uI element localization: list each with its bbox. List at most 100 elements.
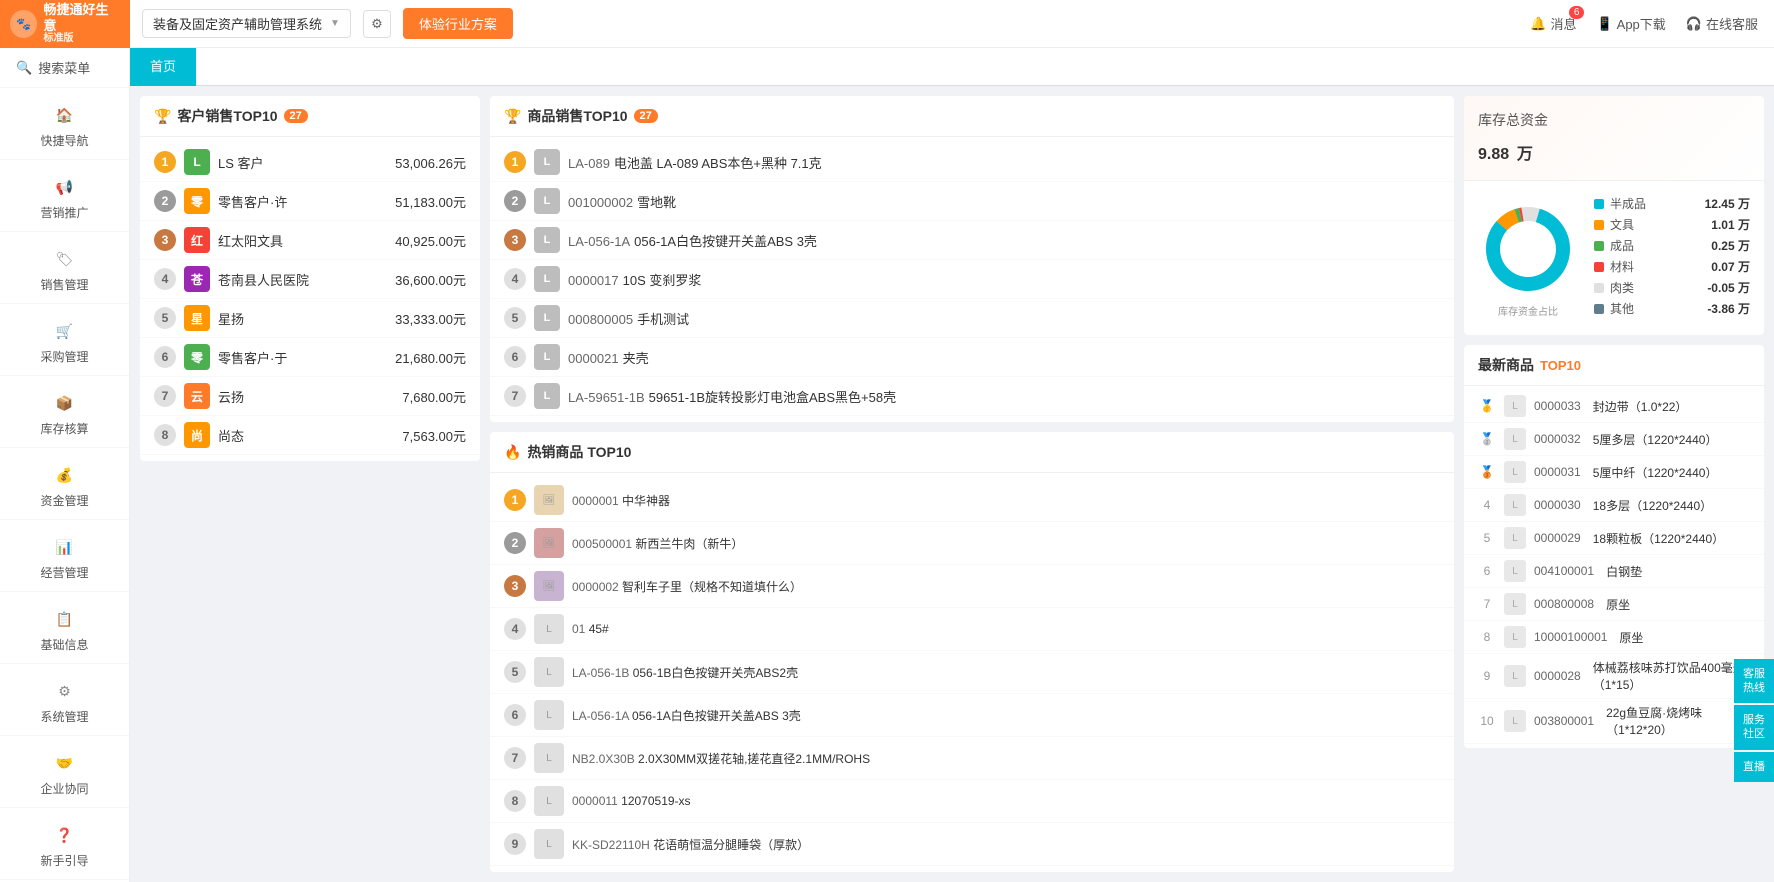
app-download-label: App下载	[1617, 14, 1666, 33]
rank-number: 4	[154, 268, 176, 290]
sidebar-label-marketing: 营销推广	[40, 204, 88, 221]
online-service-button[interactable]: 🎧 在线客服	[1686, 14, 1758, 33]
product-icon: L	[1504, 560, 1526, 582]
trial-button[interactable]: 体验行业方案	[403, 8, 513, 39]
legend-item: 成品 0.25 万	[1594, 237, 1750, 254]
rank-number: 5	[504, 307, 526, 329]
float-button[interactable]: 直播	[1734, 752, 1774, 782]
system-selector[interactable]: 装备及固定资产辅助管理系统 ▼	[142, 9, 351, 38]
donut-container: 库存资金占比 半成品 12.45 万 文具 1.01 万 成品 0.25 万 材…	[1464, 181, 1764, 335]
float-button[interactable]: 服务社区	[1734, 705, 1774, 750]
customer-name: 星扬	[218, 309, 387, 328]
content-area: 首页 🏆 客户销售TOP10 27 1 L LS 客户 53,006.26元	[130, 48, 1774, 882]
sidebar-item-inventory[interactable]: 📦 库存核算	[0, 376, 129, 448]
customer-sales-title: 客户销售TOP10	[177, 106, 277, 126]
legend-dot	[1594, 220, 1604, 230]
app-download-button[interactable]: 📱 App下载	[1596, 14, 1665, 33]
sidebar-item-marketing[interactable]: 📢 营销推广	[0, 160, 129, 232]
tab-home-label: 首页	[150, 56, 176, 75]
sidebar-item-purchase[interactable]: 🛒 采购管理	[0, 304, 129, 376]
basicinfo-icon: 📋	[52, 606, 78, 632]
brand-logo: 🐾 畅捷通好生意 标准版	[0, 0, 130, 48]
rank-number: 4	[504, 268, 526, 290]
hot-products-card: 🔥 热销商品 TOP10 1 🖼 0000001 中华神器 2 🖼 000500…	[490, 432, 1454, 872]
latest-product-item: 🥈 L 0000032 5厘多层（1220*2440）	[1464, 423, 1764, 456]
sidebar-item-operation[interactable]: 📊 经营管理	[0, 520, 129, 592]
legend-dot	[1594, 241, 1604, 251]
rank-number: 7	[154, 385, 176, 407]
rank-number: 1	[504, 151, 526, 173]
customer-amount: 7,563.00元	[402, 426, 466, 445]
inventory-icon: 📦	[52, 390, 78, 416]
settings-button[interactable]: ⚙	[363, 10, 391, 38]
purchase-icon: 🛒	[52, 318, 78, 344]
rank-number: 9	[504, 833, 526, 855]
customer-avatar: 星	[184, 305, 210, 331]
sidebar-item-system[interactable]: ⚙ 系统管理	[0, 664, 129, 736]
sidebar-item-sales[interactable]: 🏷 销售管理	[0, 232, 129, 304]
product-sales-header: 🏆 商品销售TOP10 27	[490, 96, 1454, 137]
notifications-button[interactable]: 🔔 消息 6	[1530, 14, 1576, 33]
product-thumbnail: 🖼	[534, 528, 564, 558]
legend-name: 材料	[1610, 258, 1705, 275]
latest-products-header: 最新商品 TOP10	[1464, 345, 1764, 386]
sidebar-label-collab: 企业协同	[40, 780, 88, 797]
sidebar-item-guide[interactable]: ❓ 新手引导	[0, 808, 129, 880]
sales-icon: 🏷	[52, 246, 78, 272]
product-info: 001000002雪地靴	[568, 192, 1440, 211]
customer-rank-item: 3 红 红太阳文具 40,925.00元	[140, 221, 480, 260]
product-rank-item: 4 L 000001710S 变刹罗浆	[490, 260, 1454, 299]
customer-name: 尚态	[218, 426, 394, 445]
collab-icon: 🤝	[52, 750, 78, 776]
rank-number: 6	[504, 704, 526, 726]
product-rank-item: 2 L 001000002雪地靴	[490, 182, 1454, 221]
legend-dot	[1594, 262, 1604, 272]
customer-rank-item: 7 云 云扬 7,680.00元	[140, 377, 480, 416]
rank-number: 🥉	[1478, 465, 1496, 479]
customer-rank-item: 2 零 零售客户·许 51,183.00元	[140, 182, 480, 221]
product-info: 000001710S 变刹罗浆	[568, 270, 1440, 289]
customer-rank-item: 6 零 零售客户·于 21,680.00元	[140, 338, 480, 377]
customer-sales-header: 🏆 客户销售TOP10 27	[140, 96, 480, 137]
sidebar-item-basicinfo[interactable]: 📋 基础信息	[0, 592, 129, 664]
customer-sales-badge: 27	[284, 109, 308, 123]
chevron-down-icon: ▼	[330, 18, 340, 29]
latest-product-item: 4 L 0000030 18多层（1220*2440）	[1464, 489, 1764, 522]
rank-number: 8	[1478, 630, 1496, 644]
sidebar-item-collab[interactable]: 🤝 企业协同	[0, 736, 129, 808]
customer-name: 零售客户·于	[218, 348, 387, 367]
trophy-icon: 🏆	[154, 108, 171, 125]
product-info: 000800005手机测试	[568, 309, 1440, 328]
latest-products-card: 最新商品 TOP10 🥇 L 0000033 封边带（1.0*22） 🥈 L 0…	[1464, 345, 1764, 748]
legend-name: 其他	[1610, 300, 1701, 317]
product-info: 0000002 智利车子里（规格不知道填什么）	[572, 578, 1440, 595]
hot-product-item: 8 L 0000011 12070519-xs	[490, 780, 1454, 823]
product-code: 10000100001	[1534, 630, 1607, 644]
product-icon: L	[1504, 527, 1526, 549]
latest-product-item: 10 L 003800001 22g鱼豆腐·烧烤味（1*12*20）	[1464, 699, 1764, 744]
sidebar-search[interactable]: 🔍 搜索菜单	[0, 48, 129, 88]
tab-home[interactable]: 首页	[130, 48, 196, 86]
rank-number: 7	[504, 747, 526, 769]
customer-avatar: L	[184, 149, 210, 175]
customer-amount: 21,680.00元	[395, 348, 466, 367]
rank-number: 6	[504, 346, 526, 368]
middle-column: 🏆 商品销售TOP10 27 1 L LA-089电池盖 LA-089 ABS本…	[490, 96, 1454, 872]
product-thumbnail: L	[534, 743, 564, 773]
hot-product-item: 6 L LA-056-1A 056-1A白色按键开关盖ABS 3壳	[490, 694, 1454, 737]
product-icon: L	[534, 266, 560, 292]
rank-number: 6	[1478, 564, 1496, 578]
rank-number: 8	[504, 790, 526, 812]
rank-number: 7	[1478, 597, 1496, 611]
sidebar-item-quicknav[interactable]: 🏠 快捷导航	[0, 88, 129, 160]
customer-name: 红太阳文具	[218, 231, 387, 250]
float-button[interactable]: 客服热线	[1734, 659, 1774, 704]
search-icon: 🔍	[16, 60, 32, 76]
product-thumbnail: L	[534, 657, 564, 687]
hot-product-item: 9 L KK-SD22110H 花语萌恒温分腿睡袋（厚款）	[490, 823, 1454, 866]
sidebar-label-purchase: 采购管理	[40, 348, 88, 365]
sidebar-item-finance[interactable]: 💰 资金管理	[0, 448, 129, 520]
customer-rank-list: 1 L LS 客户 53,006.26元 2 零 零售客户·许 51,183.0…	[140, 137, 480, 461]
product-rank-item: 7 L LA-59651-1B59651-1B旋转投影灯电池盒ABS黑色+58壳	[490, 377, 1454, 416]
product-name: 18颗粒板（1220*2440）	[1593, 530, 1750, 547]
